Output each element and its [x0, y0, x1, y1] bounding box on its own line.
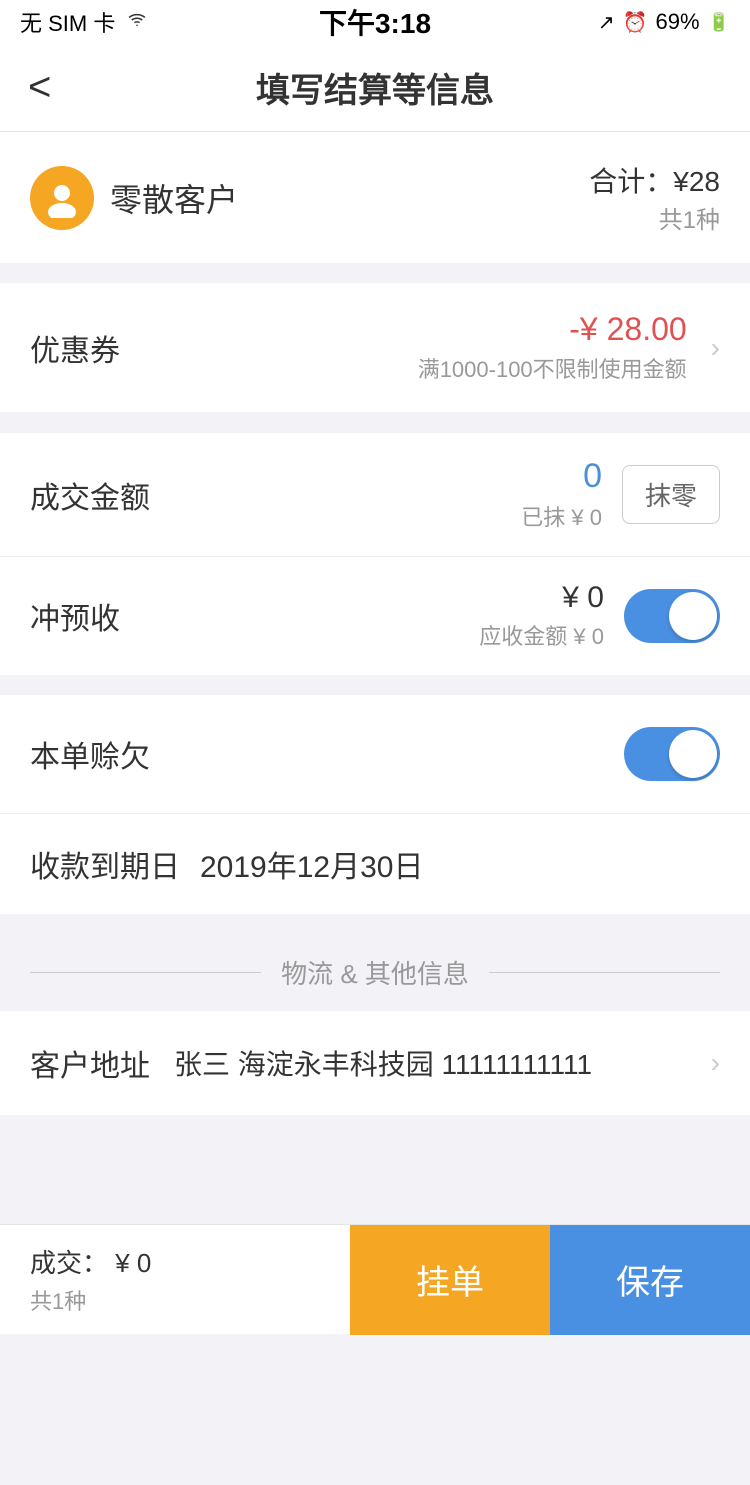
coupon-label: 优惠券	[30, 326, 120, 370]
amount-value-wrap: 0 已抹 ¥ 0	[521, 457, 602, 532]
customer-section: 零散客户 合计：¥28 共1种	[0, 132, 750, 263]
coupon-section: 优惠券 -¥ 28.00 满1000-100不限制使用金额 ›	[0, 283, 750, 412]
logistics-header-inner: 物流 & 其他信息	[30, 954, 720, 991]
debt-row: 本单赊欠	[0, 695, 750, 813]
carrier-label: 无 SIM 卡	[20, 6, 115, 38]
address-chevron-icon: ›	[711, 1047, 720, 1079]
wifi-icon	[125, 9, 149, 35]
prepay-row: 冲预收 ¥ 0 应收金额 ¥ 0	[0, 556, 750, 675]
customer-name: 零散客户	[110, 175, 238, 221]
logistics-line-right	[489, 972, 720, 973]
address-label: 客户地址	[30, 1041, 150, 1085]
debt-toggle-knob	[669, 730, 717, 778]
debt-section: 本单赊欠 收款到期日 2019年12月30日	[0, 695, 750, 914]
bottom-bar: 成交： ¥ 0 共1种 挂单 保存	[0, 1224, 750, 1334]
status-time: 下午3:18	[319, 2, 431, 42]
amount-label: 成交金额	[30, 473, 150, 517]
bottom-deal-label: 成交：	[30, 1248, 108, 1278]
due-date-label: 收款到期日	[30, 842, 180, 886]
address-section: 客户地址 张三 海淀永丰科技园 11111111111 ›	[0, 1011, 750, 1115]
gap1	[0, 263, 750, 283]
prepay-label: 冲预收	[30, 594, 120, 638]
battery-label: 69%	[656, 9, 700, 35]
due-date-value: 2019年12月30日	[200, 842, 423, 886]
bottom-count: 共1种	[30, 1284, 320, 1316]
nav-bar: < 填写结算等信息	[0, 44, 750, 132]
prepay-right: ¥ 0 应收金额 ¥ 0	[479, 581, 720, 651]
status-left: 无 SIM 卡	[20, 6, 149, 38]
bottom-deal-value: ¥ 0	[115, 1248, 151, 1278]
discount-amount: -¥ 28.00	[418, 311, 687, 348]
amount-section: 成交金额 0 已抹 ¥ 0 抹零 冲预收 ¥ 0 应收金额 ¥ 0	[0, 432, 750, 675]
gap3	[0, 675, 750, 695]
debt-toggle[interactable]	[624, 727, 720, 781]
coupon-right: -¥ 28.00 满1000-100不限制使用金额 ›	[418, 311, 720, 384]
coupon-row[interactable]: 优惠券 -¥ 28.00 满1000-100不限制使用金额 ›	[0, 283, 750, 412]
address-value: 张三 海淀永丰科技园 11111111111	[174, 1043, 703, 1083]
round-zero-button[interactable]: 抹零	[622, 465, 720, 524]
battery-icon: 🔋	[708, 12, 730, 33]
alarm-icon: ⏰	[623, 10, 648, 35]
amount-value: 0	[521, 457, 602, 496]
location-icon: ↗	[598, 10, 615, 35]
discount-desc: 满1000-100不限制使用金额	[418, 352, 687, 384]
logistics-line-left	[30, 972, 261, 973]
amount-row: 成交金额 0 已抹 ¥ 0 抹零	[0, 432, 750, 556]
page-title: 填写结算等信息	[256, 63, 494, 112]
customer-row: 零散客户 合计：¥28 共1种	[0, 132, 750, 263]
address-row[interactable]: 客户地址 张三 海淀永丰科技园 11111111111 ›	[0, 1011, 750, 1115]
customer-left: 零散客户	[30, 166, 238, 230]
coupon-value: -¥ 28.00 满1000-100不限制使用金额	[418, 311, 687, 384]
chevron-right-icon: ›	[711, 332, 720, 364]
bottom-info: 成交： ¥ 0 共1种	[0, 1243, 350, 1316]
customer-count: 共1种	[589, 200, 720, 235]
back-button[interactable]: <	[28, 65, 51, 110]
prepay-sub: 应收金额 ¥ 0	[479, 619, 604, 651]
customer-right: 合计：¥28 共1种	[589, 160, 720, 235]
hang-button[interactable]: 挂单	[350, 1225, 550, 1335]
gap2	[0, 412, 750, 432]
due-date-row: 收款到期日 2019年12月30日	[0, 813, 750, 914]
toggle-knob	[669, 592, 717, 640]
customer-total: 合计：¥28	[589, 160, 720, 200]
status-bar: 无 SIM 卡 下午3:18 ↗ ⏰ 69% 🔋	[0, 0, 750, 44]
prepay-toggle[interactable]	[624, 589, 720, 643]
gap4	[0, 914, 750, 934]
prepay-value: ¥ 0	[479, 581, 604, 615]
logistics-label: 物流 & 其他信息	[281, 954, 469, 991]
logistics-header: 物流 & 其他信息	[0, 934, 750, 1011]
avatar	[30, 166, 94, 230]
save-button[interactable]: 保存	[550, 1225, 750, 1335]
amount-sub: 已抹 ¥ 0	[521, 500, 602, 532]
status-right: ↗ ⏰ 69% 🔋	[598, 9, 730, 35]
amount-right: 0 已抹 ¥ 0 抹零	[521, 457, 720, 532]
debt-label: 本单赊欠	[30, 732, 150, 776]
prepay-value-wrap: ¥ 0 应收金额 ¥ 0	[479, 581, 604, 651]
bottom-deal: 成交： ¥ 0	[30, 1243, 320, 1280]
